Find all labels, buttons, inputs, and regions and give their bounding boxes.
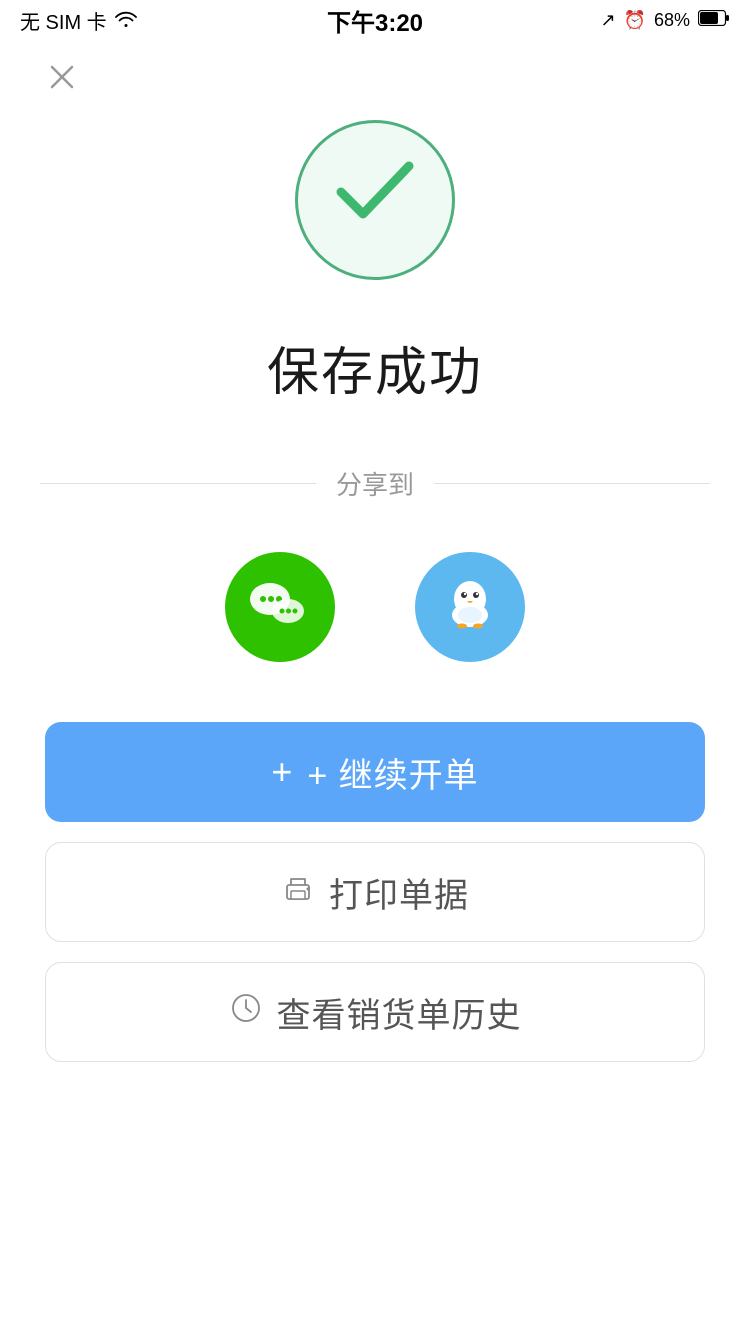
history-label: 查看销货单历史 <box>277 988 522 1037</box>
printer-icon <box>281 871 315 914</box>
main-content: 保存成功 分享到 <box>0 40 750 1062</box>
success-circle <box>295 120 455 280</box>
history-button[interactable]: 查看销货单历史 <box>45 962 705 1062</box>
print-button[interactable]: 打印单据 <box>45 842 705 942</box>
qq-button[interactable] <box>415 552 525 662</box>
status-left: 无 SIM 卡 <box>20 6 137 35</box>
checkmark-icon <box>335 156 415 237</box>
wechat-icon <box>248 577 312 638</box>
share-label: 分享到 <box>316 465 434 502</box>
wechat-button[interactable] <box>225 552 335 662</box>
action-buttons: + + 继续开单 打印单据 查看销货单历 <box>45 722 705 1062</box>
close-button[interactable] <box>40 55 84 99</box>
share-divider: 分享到 <box>40 465 710 502</box>
clock-icon <box>229 991 263 1034</box>
success-title: 保存成功 <box>267 330 483 405</box>
battery-text: 68% <box>654 10 690 31</box>
share-section: 分享到 <box>0 465 750 662</box>
location-icon: ↗ <box>600 10 615 31</box>
plus-icon: + <box>271 751 293 793</box>
continue-label: + 继续开单 <box>307 748 478 797</box>
battery-icon <box>698 9 730 32</box>
status-time: 下午3:20 <box>327 3 423 38</box>
wifi-icon <box>115 7 137 33</box>
print-label: 打印单据 <box>329 868 469 917</box>
continue-button[interactable]: + + 继续开单 <box>45 722 705 822</box>
status-right: ↗ ⏰ 68% <box>600 9 730 32</box>
no-sim-text: 无 SIM 卡 <box>20 6 107 35</box>
alarm-icon: ⏰ <box>624 10 646 31</box>
status-bar: 无 SIM 卡 下午3:20 ↗ ⏰ 68% <box>0 0 750 40</box>
share-icons <box>40 552 710 662</box>
qq-icon <box>442 573 498 642</box>
